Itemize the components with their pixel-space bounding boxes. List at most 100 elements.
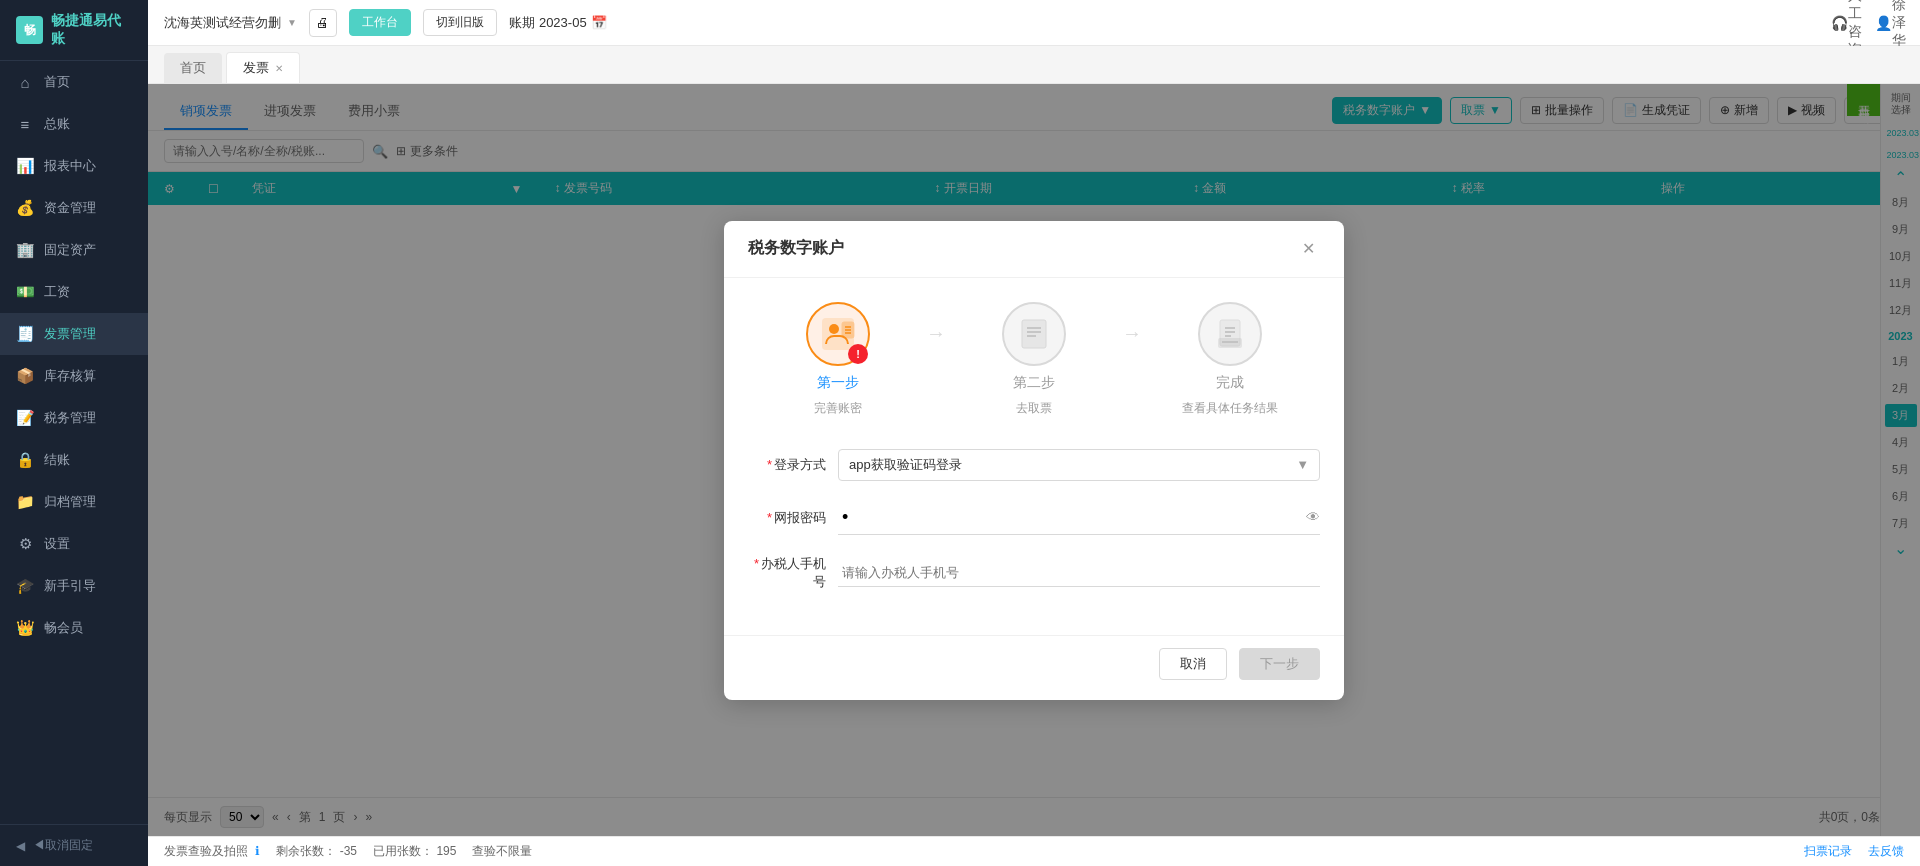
sidebar-item-label: 报表中心 <box>44 157 96 175</box>
guide-icon: 🎓 <box>16 577 34 595</box>
step-1-icon: ! <box>806 302 870 366</box>
step-2-title: 第二步 <box>1013 374 1055 392</box>
modal-footer: 取消 下一步 <box>724 635 1344 700</box>
tab-home[interactable]: 首页 <box>164 53 222 83</box>
remaining-count: 剩余张数： -35 <box>276 843 357 860</box>
tab-close-icon[interactable]: ✕ <box>275 63 283 74</box>
sidebar-item-guide[interactable]: 🎓 新手引导 <box>0 565 148 607</box>
company-name: 沈海英测试经营勿删 <box>164 14 281 32</box>
step-1: ! 第一步 完善账密 <box>758 302 918 417</box>
form-item-password: 网报密码 👁 <box>748 501 1320 535</box>
step-2: 第二步 去取票 <box>954 302 1114 417</box>
svg-rect-14 <box>1218 338 1242 348</box>
assets-icon: 🏢 <box>16 241 34 259</box>
step-3-icon <box>1198 302 1262 366</box>
tab-invoice[interactable]: 发票 ✕ <box>226 52 300 83</box>
print-icon-btn[interactable]: 🖨 <box>309 9 337 37</box>
ledger-icon: ≡ <box>16 116 34 133</box>
select-chevron-icon: ▼ <box>1296 457 1309 472</box>
workspace-btn[interactable]: 工作台 <box>349 9 411 36</box>
modal-body: ! 第一步 完善账密 → <box>724 278 1344 627</box>
unpin-sidebar-btn[interactable]: ◀ ◀取消固定 <box>0 824 148 866</box>
sidebar-item-ledger[interactable]: ≡ 总账 <box>0 103 148 145</box>
svg-point-1 <box>829 324 839 334</box>
cancel-btn[interactable]: 取消 <box>1159 648 1227 680</box>
check-invoice-label: 发票查验及拍照 ℹ <box>164 843 260 860</box>
avatar-icon: 👤 <box>1875 15 1892 31</box>
steps-container: ! 第一步 完善账密 → <box>748 302 1320 417</box>
main-content: 沈海英测试经营勿删 ▼ 🖨 工作台 切到旧版 账期 2023-05 📅 🎧 人工… <box>148 0 1920 866</box>
home-icon: ⌂ <box>16 74 34 91</box>
sidebar-item-invoices[interactable]: 🧾 发票管理 <box>0 313 148 355</box>
step-arrow-1: → <box>918 322 954 345</box>
sidebar-item-label: 税务管理 <box>44 409 96 427</box>
modal-overlay: 税务数字账户 ✕ <box>148 84 1920 836</box>
reports-icon: 📊 <box>16 157 34 175</box>
payroll-icon: 💵 <box>16 283 34 301</box>
headset-icon: 🎧 <box>1831 15 1848 31</box>
sidebar-item-closing[interactable]: 🔒 结账 <box>0 439 148 481</box>
tab-bar: 首页 发票 ✕ <box>148 46 1920 84</box>
feedback-link[interactable]: 去反馈 <box>1868 843 1904 860</box>
login-method-select[interactable]: app获取验证码登录 ▼ <box>838 449 1320 481</box>
tab-invoice-label: 发票 <box>243 59 269 77</box>
modal-header: 税务数字账户 ✕ <box>724 221 1344 278</box>
next-btn[interactable]: 下一步 <box>1239 648 1320 680</box>
sidebar-item-funds[interactable]: 💰 资金管理 <box>0 187 148 229</box>
tax-account-modal: 税务数字账户 ✕ <box>724 221 1344 700</box>
app-logo: 畅 畅捷通易代账 <box>0 0 148 61</box>
sidebar-item-label: 工资 <box>44 283 70 301</box>
sidebar-item-settings[interactable]: ⚙ 设置 <box>0 523 148 565</box>
logo-icon: 畅 <box>16 16 43 44</box>
closing-icon: 🔒 <box>16 451 34 469</box>
password-field-wrapper: 👁 <box>838 501 1320 535</box>
sidebar-item-home[interactable]: ⌂ 首页 <box>0 61 148 103</box>
sidebar-item-inventory[interactable]: 📦 库存核算 <box>0 355 148 397</box>
password-label: 网报密码 <box>748 509 838 527</box>
sidebar-item-archive[interactable]: 📁 归档管理 <box>0 481 148 523</box>
login-method-dropdown[interactable]: app获取验证码登录 ▼ <box>838 449 1320 481</box>
sidebar-item-member[interactable]: 👑 畅会员 <box>0 607 148 649</box>
switch-version-btn[interactable]: 切到旧版 <box>423 9 497 36</box>
top-header: 沈海英测试经营勿删 ▼ 🖨 工作台 切到旧版 账期 2023-05 📅 🎧 人工… <box>148 0 1920 46</box>
form-item-login-method: 登录方式 app获取验证码登录 ▼ <box>748 449 1320 481</box>
sidebar-item-payroll[interactable]: 💵 工资 <box>0 271 148 313</box>
modal-close-btn[interactable]: ✕ <box>1296 237 1320 261</box>
user-avatar[interactable]: 👤 徐泽华 <box>1876 9 1904 37</box>
support-btn[interactable]: 🎧 人工咨询 <box>1832 9 1860 37</box>
funds-icon: 💰 <box>16 199 34 217</box>
modal-title: 税务数字账户 <box>748 238 844 259</box>
form-item-phone: 办税人手机号 <box>748 555 1320 591</box>
sidebar-item-label: 固定资产 <box>44 241 96 259</box>
scan-records-link[interactable]: 扫票记录 <box>1804 843 1852 860</box>
unpin-icon: ◀ <box>16 839 25 853</box>
svg-rect-6 <box>1022 320 1046 348</box>
header-right: 🎧 人工咨询 👤 徐泽华 <box>1832 9 1904 37</box>
password-input[interactable] <box>838 505 1306 530</box>
period-display: 账期 2023-05 📅 <box>509 14 607 32</box>
phone-input[interactable] <box>838 559 1320 587</box>
sidebar-item-assets[interactable]: 🏢 固定资产 <box>0 229 148 271</box>
sidebar-item-tax[interactable]: 📝 税务管理 <box>0 397 148 439</box>
info-icon: ℹ <box>255 844 260 858</box>
sidebar-item-label: 设置 <box>44 535 70 553</box>
unverified-label: 查验不限量 <box>472 843 532 860</box>
sidebar-item-reports[interactable]: 📊 报表中心 <box>0 145 148 187</box>
page-content: 销项发票 进项发票 费用小票 税务数字账户 ▼ 取票 <box>148 84 1920 836</box>
password-input-wrapper: 👁 <box>838 501 1320 535</box>
sidebar: 畅 畅捷通易代账 ⌂ 首页 ≡ 总账 📊 报表中心 💰 资金管理 🏢 固定资产 … <box>0 0 148 866</box>
step-2-icon <box>1002 302 1066 366</box>
step-3: 完成 查看具体任务结果 <box>1150 302 1310 417</box>
bottom-right-links: 扫票记录 去反馈 <box>1804 843 1904 860</box>
phone-field-wrapper <box>838 559 1320 587</box>
step-1-title: 第一步 <box>817 374 859 392</box>
company-selector[interactable]: 沈海英测试经营勿删 ▼ <box>164 14 297 32</box>
archive-icon: 📁 <box>16 493 34 511</box>
app-name: 畅捷通易代账 <box>51 12 132 48</box>
sidebar-item-label: 新手引导 <box>44 577 96 595</box>
sidebar-item-label: 库存核算 <box>44 367 96 385</box>
sidebar-item-label: 发票管理 <box>44 325 96 343</box>
invoices-icon: 🧾 <box>16 325 34 343</box>
calendar-icon: 📅 <box>591 15 607 30</box>
eye-toggle-icon[interactable]: 👁 <box>1306 509 1320 525</box>
